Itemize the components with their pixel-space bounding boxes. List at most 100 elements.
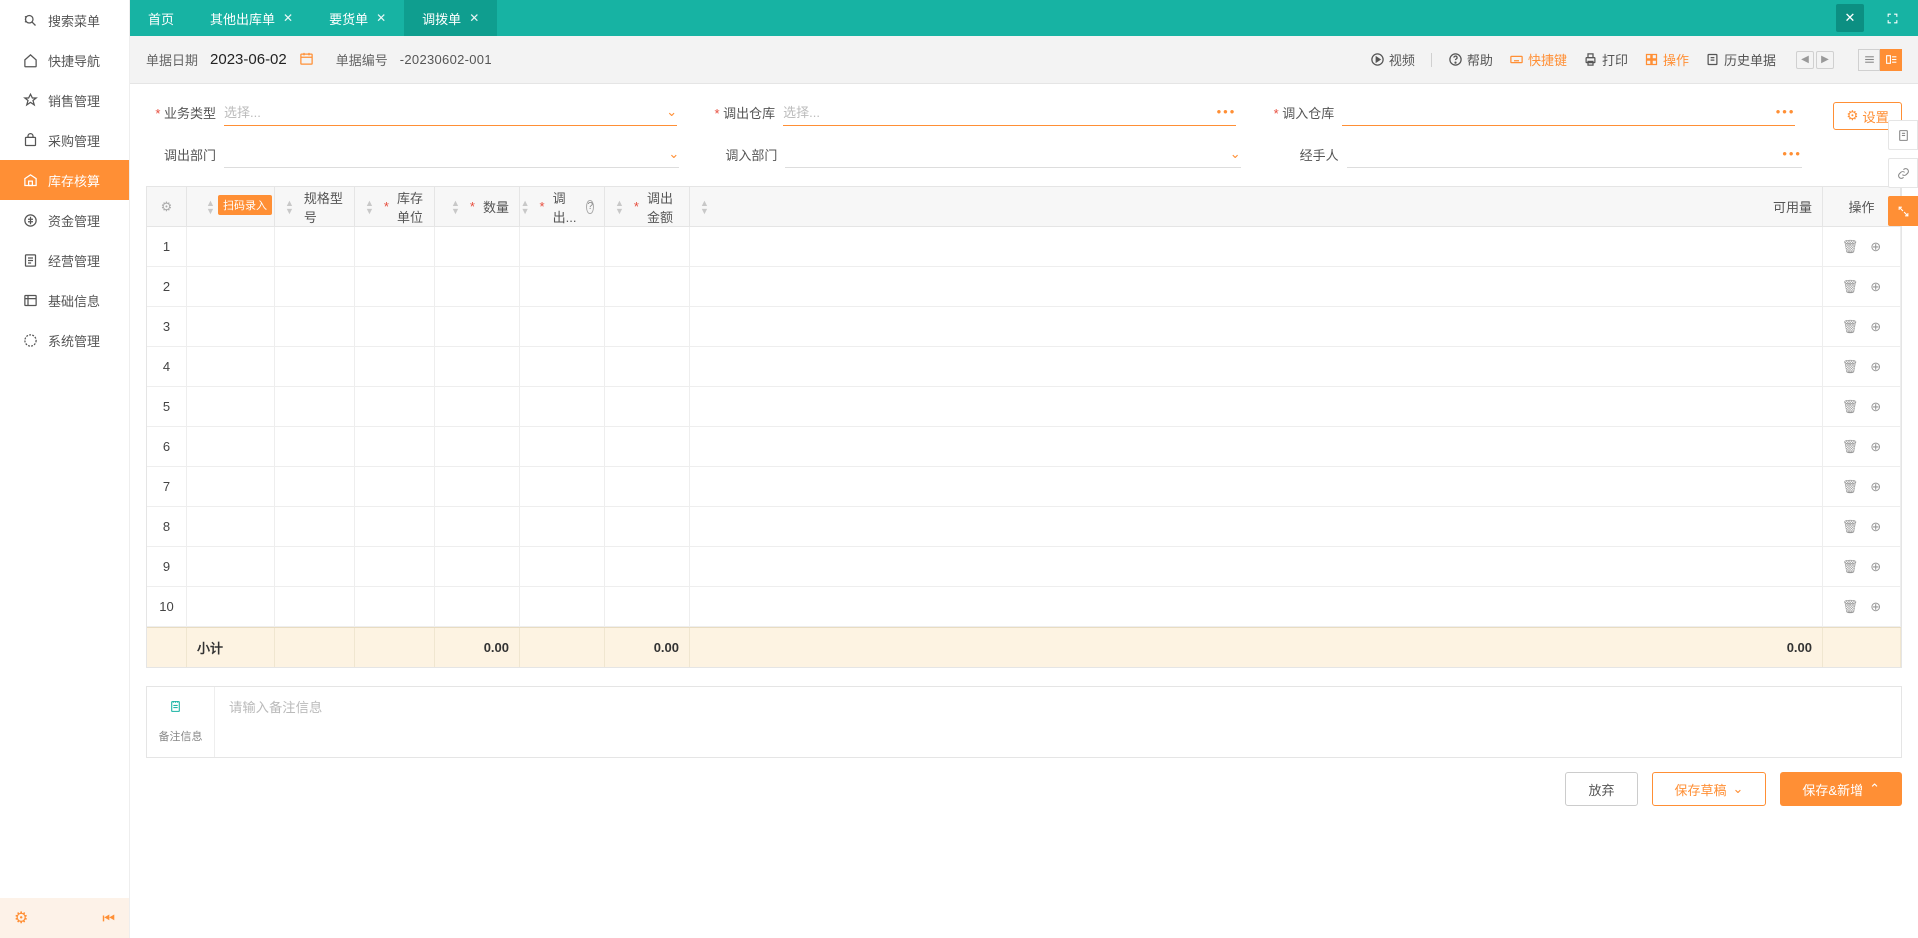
table-row[interactable]: 4🗑⊕ [147, 347, 1901, 387]
add-row-icon[interactable]: ⊕ [1870, 279, 1881, 295]
tab-home[interactable]: 首页 [130, 0, 192, 36]
chevron-up-icon: ⌃ [1869, 781, 1880, 797]
table-body: 1🗑⊕2🗑⊕3🗑⊕4🗑⊕5🗑⊕6🗑⊕7🗑⊕8🗑⊕9🗑⊕10🗑⊕ [147, 227, 1901, 627]
sidebar-item-purchase[interactable]: 采购管理 [0, 120, 129, 160]
delete-row-icon[interactable]: 🗑 [1842, 599, 1859, 615]
discard-button[interactable]: 放弃 [1565, 772, 1637, 806]
save-new-button[interactable]: 保存&新增⌃ [1780, 772, 1902, 806]
th-unit[interactable]: ▲▼*库存单位 [355, 187, 435, 226]
table-row[interactable]: 6🗑⊕ [147, 427, 1901, 467]
sidebar-footer: ⚙ ⏮ [0, 898, 129, 938]
add-row-icon[interactable]: ⊕ [1870, 239, 1881, 255]
th-out-amount[interactable]: ▲▼*调出金额 [605, 187, 690, 226]
add-row-icon[interactable]: ⊕ [1870, 519, 1881, 535]
operation-icon [22, 252, 38, 268]
th-qty[interactable]: ▲▼*数量 [435, 187, 520, 226]
close-all-icon[interactable]: ✕ [1836, 4, 1864, 32]
th-product[interactable]: ▲▼*商品扫码录入 [187, 187, 275, 226]
rail-expand-icon[interactable] [1888, 196, 1918, 226]
delete-row-icon[interactable]: 🗑 [1842, 239, 1859, 255]
delete-row-icon[interactable]: 🗑 [1842, 439, 1859, 455]
delete-row-icon[interactable]: 🗑 [1842, 399, 1859, 415]
sidebar-item-search[interactable]: 搜索菜单 [0, 0, 129, 40]
sidebar-item-sales[interactable]: 销售管理 [0, 80, 129, 120]
delete-row-icon[interactable]: 🗑 [1842, 279, 1859, 295]
table-row[interactable]: 5🗑⊕ [147, 387, 1901, 427]
add-row-icon[interactable]: ⊕ [1870, 559, 1881, 575]
subtotal-qty: 0.00 [435, 628, 520, 667]
shortcut-link[interactable]: 快捷键 [1509, 50, 1567, 69]
print-link[interactable]: 打印 [1583, 50, 1628, 69]
subtotal-label: 小计 [187, 628, 275, 667]
add-row-icon[interactable]: ⊕ [1870, 359, 1881, 375]
next-doc-button[interactable]: ▶ [1816, 51, 1834, 69]
table-row[interactable]: 9🗑⊕ [147, 547, 1901, 587]
delete-row-icon[interactable]: 🗑 [1842, 519, 1859, 535]
tab-request[interactable]: 要货单✕ [311, 0, 404, 36]
add-row-icon[interactable]: ⊕ [1870, 479, 1881, 495]
biz-type-select[interactable]: 选择...⌄ [224, 98, 677, 126]
fullscreen-icon[interactable] [1878, 4, 1906, 32]
sidebar-item-operation[interactable]: 经营管理 [0, 240, 129, 280]
collapse-icon[interactable]: ⏮ [102, 910, 115, 927]
fund-icon [22, 212, 38, 228]
close-icon[interactable]: ✕ [283, 11, 293, 25]
rail-link-icon[interactable] [1888, 158, 1918, 188]
delete-row-icon[interactable]: 🗑 [1842, 479, 1859, 495]
note-icon [169, 700, 193, 724]
view-list-button[interactable] [1858, 49, 1880, 71]
add-row-icon[interactable]: ⊕ [1870, 319, 1881, 335]
handler-select[interactable]: ••• [1347, 140, 1802, 168]
out-dept-select[interactable]: ⌄ [224, 140, 679, 168]
tab-transfer[interactable]: 调拨单✕ [404, 0, 497, 36]
add-row-icon[interactable]: ⊕ [1870, 439, 1881, 455]
docno-value: -20230602-001 [400, 52, 492, 67]
row-index: 3 [147, 307, 187, 346]
prev-doc-button[interactable]: ◀ [1796, 51, 1814, 69]
th-out-price[interactable]: ▲▼*调出...? [520, 187, 605, 226]
in-dept-select[interactable]: ⌄ [785, 140, 1240, 168]
table-row[interactable]: 8🗑⊕ [147, 507, 1901, 547]
sidebar-item-system[interactable]: 系统管理 [0, 320, 129, 360]
in-warehouse-select[interactable]: ••• [1342, 98, 1795, 126]
right-rail [1888, 120, 1918, 226]
table-row[interactable]: 7🗑⊕ [147, 467, 1901, 507]
date-value[interactable]: 2023-06-02 [210, 51, 287, 68]
table-row[interactable]: 10🗑⊕ [147, 587, 1901, 627]
th-spec[interactable]: ▲▼规格型号 [275, 187, 355, 226]
operate-link[interactable]: 操作 [1644, 50, 1689, 69]
tab-other-outbound[interactable]: 其他出库单✕ [192, 0, 311, 36]
help-link[interactable]: 帮助 [1448, 50, 1493, 69]
add-row-icon[interactable]: ⊕ [1870, 599, 1881, 615]
view-form-button[interactable] [1880, 49, 1902, 71]
sidebar-item-fund[interactable]: 资金管理 [0, 200, 129, 240]
save-draft-button[interactable]: 保存草稿⌄ [1652, 772, 1767, 806]
sidebar-item-basic[interactable]: 基础信息 [0, 280, 129, 320]
add-row-icon[interactable]: ⊕ [1870, 399, 1881, 415]
scan-badge[interactable]: 扫码录入 [218, 195, 272, 215]
remark-input[interactable] [215, 687, 1901, 757]
sidebar-item-quicknav[interactable]: 快捷导航 [0, 40, 129, 80]
tab-bar: 首页 其他出库单✕ 要货单✕ 调拨单✕ ✕ [130, 0, 1918, 36]
rail-doc-icon[interactable] [1888, 120, 1918, 150]
table-row[interactable]: 3 🗑 ⊕ [147, 307, 1901, 347]
table-row[interactable]: 2🗑⊕ [147, 267, 1901, 307]
table-row[interactable]: 1🗑⊕ [147, 227, 1901, 267]
out-warehouse-select[interactable]: 选择...••• [783, 98, 1236, 126]
close-icon[interactable]: ✕ [469, 11, 479, 25]
close-icon[interactable]: ✕ [376, 11, 386, 25]
th-available[interactable]: ▲▼可用量 [690, 187, 1823, 226]
help-icon[interactable]: ? [586, 200, 594, 214]
video-link[interactable]: 视频 [1370, 50, 1415, 69]
delete-row-icon[interactable]: 🗑 [1842, 319, 1859, 335]
delete-row-icon[interactable]: 🗑 [1842, 559, 1859, 575]
calendar-icon[interactable] [299, 51, 314, 69]
sidebar-item-label: 采购管理 [48, 131, 100, 150]
footer-actions: 放弃 保存草稿⌄ 保存&新增⌃ [146, 772, 1902, 812]
gear-icon: ⚙ [161, 199, 173, 215]
sidebar-item-inventory[interactable]: 库存核算 [0, 160, 129, 200]
history-link[interactable]: 历史单据 [1705, 50, 1776, 69]
gear-icon[interactable]: ⚙ [14, 908, 28, 928]
delete-row-icon[interactable]: 🗑 [1842, 359, 1859, 375]
th-config[interactable]: ⚙ [147, 187, 187, 226]
